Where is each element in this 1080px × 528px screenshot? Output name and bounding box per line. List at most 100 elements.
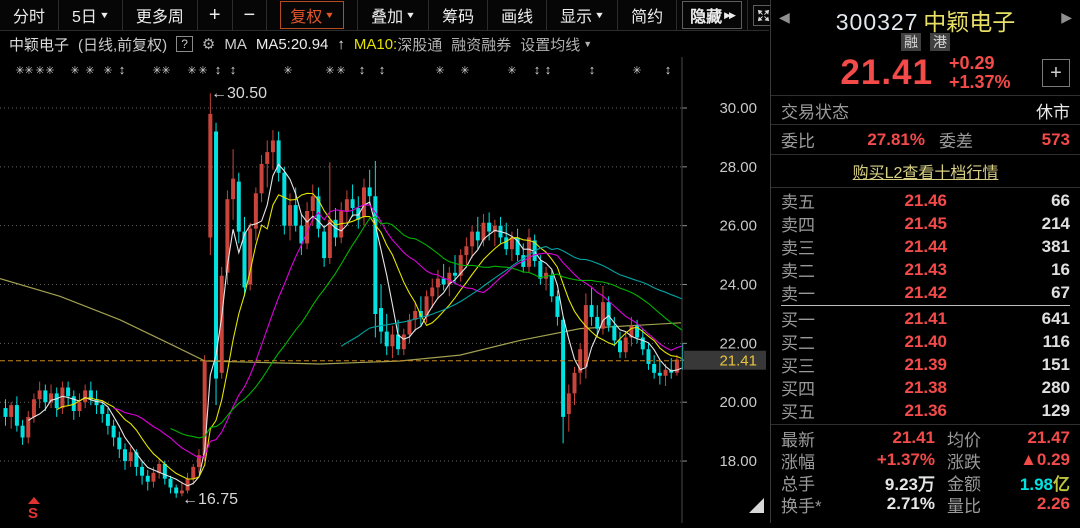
buy-4-price: 21.38: [839, 378, 947, 398]
event-star-icon: ✳: [45, 65, 54, 77]
sell-2-volume: 16: [947, 260, 1070, 280]
sell-1-row[interactable]: 卖一21.4267: [771, 281, 1080, 304]
buy-l2-link[interactable]: 购买L2查看十档行情: [853, 159, 999, 183]
stock-badges: 融 港: [771, 33, 1080, 51]
zoom-in-button[interactable]: +: [198, 0, 233, 30]
add-to-watchlist-button[interactable]: +: [1042, 59, 1070, 87]
event-star-icon: ✳: [70, 65, 79, 77]
buy-5-row[interactable]: 买五21.36129: [771, 399, 1080, 422]
ma-settings-button[interactable]: 设置均线▼: [520, 34, 592, 55]
event-star-icon: ✳: [103, 65, 112, 77]
y-axis-label: 26.00: [719, 218, 757, 235]
y-axis-label: 20.00: [719, 394, 757, 411]
weicha-label: 委差: [939, 127, 991, 152]
minus-icon: −: [244, 4, 256, 27]
ma-settings-label: 设置均线: [520, 34, 580, 55]
sell-3-row[interactable]: 卖三21.44381: [771, 235, 1080, 258]
tab-5day[interactable]: 5日▼: [59, 0, 123, 30]
sell-4-row[interactable]: 卖四21.45214: [771, 212, 1080, 235]
updown-arrow-icon: ↕: [589, 62, 596, 77]
chevron-down-icon: ▼: [324, 10, 335, 20]
display-label: 显示: [560, 3, 592, 27]
simple-mode-button[interactable]: 简约: [618, 0, 677, 30]
chevron-down-icon: ▼: [583, 39, 592, 49]
szse-connect-link[interactable]: 深股通: [397, 34, 442, 55]
stats-block: 最新21.41 均价21.47 涨幅+1.37% 涨跌▲0.29 总手 9.23…: [771, 424, 1080, 515]
hide-panel-button[interactable]: 隐藏▶▶: [677, 0, 748, 30]
adjust-mode-label: 复权: [290, 3, 322, 27]
event-star-icon: ✳: [325, 65, 334, 77]
draw-line-button[interactable]: 画线: [488, 0, 547, 30]
adjust-mode-button[interactable]: 复权▼: [267, 0, 358, 30]
margin-trading-link[interactable]: 融资融券: [451, 34, 511, 55]
hk-connect-badge[interactable]: 港: [930, 33, 950, 51]
buy-2-price: 21.40: [839, 332, 947, 352]
signal-arrow-icon: [28, 497, 40, 504]
zoom-out-button[interactable]: −: [233, 0, 268, 30]
tab-more-periods[interactable]: 更多周: [123, 0, 198, 30]
chevron-down-icon: ▼: [99, 10, 110, 20]
volume-ratio-value: 2.26: [1003, 494, 1070, 514]
updown-arrow-icon: ↕: [230, 62, 237, 77]
next-stock-arrow-icon[interactable]: ▶: [1061, 9, 1072, 26]
price-annotation: ←16.75: [182, 491, 238, 508]
daily-candlestick-chart[interactable]: 30.0028.0026.0024.0022.0020.0018.0021.41…: [0, 57, 769, 523]
event-star-icon: ✳: [152, 65, 161, 77]
ma-label: MA: [224, 36, 247, 53]
buy-1-row[interactable]: 买一21.41641: [771, 307, 1080, 330]
price-annotation: ←30.50: [211, 85, 267, 102]
stock-name: 中颖电子: [923, 9, 1015, 35]
l2-promo-row: 购买L2查看十档行情: [771, 154, 1080, 188]
buy-5-price: 21.36: [839, 401, 947, 421]
chevron-down-icon: ▼: [405, 10, 416, 20]
buy-5-volume: 129: [947, 401, 1070, 421]
tab-minute[interactable]: 分时: [0, 0, 59, 30]
stats-row-turnover: 换手*2.71% 量比2.26: [771, 493, 1080, 515]
buy-3-row[interactable]: 买三21.39151: [771, 353, 1080, 376]
buy-4-label: 买四: [781, 375, 839, 400]
volume-unit: 万: [918, 475, 935, 494]
event-star-icon: ✳: [198, 65, 207, 77]
buy-3-price: 21.39: [839, 355, 947, 375]
change-percent: +1.37%: [949, 73, 1011, 92]
buy-2-row[interactable]: 买二21.40116: [771, 330, 1080, 353]
sell-4-label: 卖四: [781, 211, 839, 236]
event-star-icon: ✳: [507, 65, 516, 77]
sell-5-row[interactable]: 卖五21.4666: [771, 189, 1080, 212]
trade-status-value: 休市: [1036, 98, 1070, 123]
chip-distribution-button[interactable]: 筹码: [429, 0, 488, 30]
updown-arrow-icon: ↕: [545, 62, 552, 77]
prev-stock-arrow-icon[interactable]: ◀: [779, 9, 790, 26]
y-axis-label: 24.00: [719, 277, 757, 294]
kline-chart-area[interactable]: 30.0028.0026.0024.0022.0020.0018.0021.41…: [0, 57, 769, 523]
plus-icon: +: [209, 4, 221, 27]
chart-legend-row: 中颖电子 (日线,前复权) ? ⚙ MA MA5:20.94 ↑ MA10: 深…: [0, 31, 778, 57]
updown-arrow-icon: ↕: [379, 62, 386, 77]
sell-2-label: 卖二: [781, 257, 839, 282]
event-star-icon: ✳: [435, 65, 444, 77]
abs-change-value: ▲0.29: [1003, 450, 1070, 470]
display-button[interactable]: 显示▼: [547, 0, 618, 30]
y-axis-label: 22.00: [719, 335, 757, 352]
chevron-down-icon: ▼: [594, 10, 605, 20]
tab-minute-label: 分时: [13, 3, 45, 27]
buy-1-price: 21.41: [839, 309, 947, 329]
up-arrow-icon: ↑: [337, 36, 345, 53]
latest-value: 21.41: [843, 428, 935, 448]
overlay-button[interactable]: 叠加▼: [358, 0, 429, 30]
margin-badge[interactable]: 融: [901, 33, 921, 51]
gear-icon[interactable]: ⚙: [202, 35, 215, 53]
y-axis-label: 18.00: [719, 453, 757, 470]
sell-2-row[interactable]: 卖二21.4316: [771, 258, 1080, 281]
stock-name-label: 中颖电子: [9, 34, 69, 55]
updown-arrow-icon: ↕: [215, 62, 222, 77]
event-star-icon: ✳: [460, 65, 469, 77]
sell-3-label: 卖三: [781, 234, 839, 259]
sell-2-price: 21.43: [839, 260, 947, 280]
help-icon[interactable]: ?: [176, 36, 193, 52]
ma5-value: MA5:20.94: [256, 36, 329, 53]
updown-arrow-icon: ↕: [534, 62, 541, 77]
event-star-icon: ✳: [85, 65, 94, 77]
buy-4-row[interactable]: 买四21.38280: [771, 376, 1080, 399]
buy-1-volume: 641: [947, 309, 1070, 329]
